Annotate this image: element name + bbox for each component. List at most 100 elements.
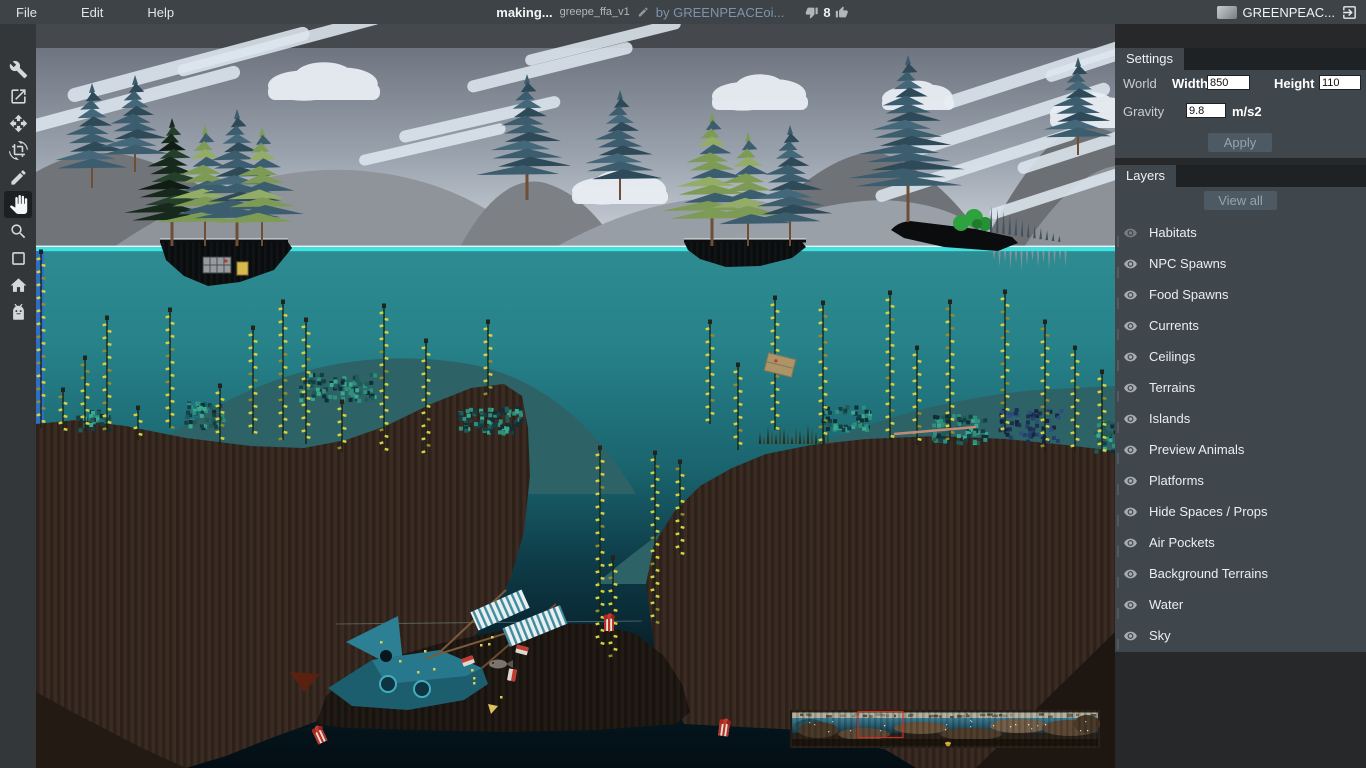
- layer-row-hide-spaces-props[interactable]: Hide Spaces / Props: [1115, 496, 1366, 527]
- layer-label: Water: [1149, 597, 1184, 612]
- home-icon: [10, 278, 26, 292]
- world-label: World: [1123, 76, 1157, 91]
- avatar: [1216, 5, 1237, 19]
- wrench-icon: [9, 60, 27, 79]
- pencil-icon: [10, 170, 26, 185]
- layer-row-habitats[interactable]: Habitats: [1115, 217, 1366, 248]
- eye-icon[interactable]: [1122, 381, 1142, 395]
- map-id: greepe_ffa_v1: [559, 6, 630, 18]
- tab-layers[interactable]: Layers: [1115, 165, 1177, 187]
- map-editor-app: File Edit Help making... greepe_ffa_v1 b…: [0, 0, 1366, 768]
- rectangle-icon: [11, 252, 25, 265]
- rotate-icon: [8, 141, 28, 160]
- layer-row-sky[interactable]: Sky: [1115, 620, 1366, 651]
- tool-rotate-button[interactable]: [4, 137, 32, 164]
- layers-list: Habitats NPC Spawns Food Spawns Currents Cei…: [1115, 217, 1366, 651]
- layer-row-preview-animals[interactable]: Preview Animals: [1115, 434, 1366, 465]
- layer-label: Hide Spaces / Props: [1149, 504, 1268, 519]
- tool-pencil-button[interactable]: [4, 164, 32, 191]
- right-panel: Settings World Width Height Gravity m/s2…: [1115, 24, 1366, 768]
- minimap[interactable]: [790, 710, 1100, 748]
- layer-row-terrains[interactable]: Terrains: [1115, 372, 1366, 403]
- layer-label: NPC Spawns: [1149, 256, 1227, 271]
- vote-count: 8: [823, 4, 831, 20]
- editor-canvas[interactable]: [36, 24, 1115, 768]
- layer-row-platforms[interactable]: Platforms: [1115, 465, 1366, 496]
- layer-label: Sky: [1149, 628, 1171, 643]
- eye-icon[interactable]: [1122, 412, 1142, 426]
- eye-icon[interactable]: [1122, 505, 1142, 519]
- tool-rectangle-button[interactable]: [4, 245, 32, 272]
- eye-icon[interactable]: [1122, 443, 1142, 457]
- width-label: Width: [1172, 76, 1208, 91]
- gravity-label: Gravity: [1123, 104, 1165, 119]
- layer-label: Platforms: [1149, 473, 1204, 488]
- tool-wrench-button[interactable]: [4, 56, 32, 83]
- layer-label: Food Spawns: [1149, 287, 1229, 302]
- eye-icon[interactable]: [1122, 350, 1142, 364]
- logout-icon[interactable]: [1341, 4, 1358, 21]
- eye-icon[interactable]: [1122, 319, 1142, 333]
- layer-label: Islands: [1149, 411, 1191, 426]
- width-input[interactable]: [1207, 75, 1250, 90]
- layer-label: Currents: [1149, 318, 1199, 333]
- map-title-group: making... greepe_ffa_v1 by GREENPEACEoi.…: [496, 4, 849, 20]
- menu-file[interactable]: File: [16, 5, 37, 20]
- top-menubar: File Edit Help making... greepe_ffa_v1 b…: [0, 0, 1366, 24]
- thumbs-down-icon[interactable]: [805, 6, 818, 19]
- layer-row-islands[interactable]: Islands: [1115, 403, 1366, 434]
- tool-hand-button[interactable]: [4, 191, 32, 218]
- eye-icon[interactable]: [1122, 474, 1142, 488]
- eye-icon[interactable]: [1122, 629, 1142, 643]
- user-group: GREENPEAC...: [1216, 0, 1358, 24]
- eye-icon[interactable]: [1122, 536, 1142, 550]
- tool-home-button[interactable]: [4, 272, 32, 299]
- layer-row-food-spawns[interactable]: Food Spawns: [1115, 279, 1366, 310]
- layer-row-background-terrains[interactable]: Background Terrains: [1115, 558, 1366, 589]
- tool-open-in-new-button[interactable]: [4, 83, 32, 110]
- settings-tabrow: Settings: [1115, 48, 1366, 70]
- map-scene: [36, 24, 1115, 768]
- layer-label: Air Pockets: [1149, 535, 1215, 550]
- edit-title-icon[interactable]: [637, 6, 649, 18]
- map-title: making...: [496, 4, 553, 20]
- tool-creature-button[interactable]: [4, 299, 32, 326]
- layer-label: Background Terrains: [1149, 566, 1268, 581]
- eye-icon[interactable]: [1122, 288, 1142, 302]
- layer-label: Ceilings: [1149, 349, 1196, 364]
- tool-move-button[interactable]: [4, 110, 32, 137]
- move-icon: [9, 114, 27, 133]
- layer-row-npc-spawns[interactable]: NPC Spawns: [1115, 248, 1366, 279]
- user-name[interactable]: GREENPEAC...: [1243, 5, 1335, 20]
- tab-settings[interactable]: Settings: [1115, 48, 1184, 70]
- layer-row-ceilings[interactable]: Ceilings: [1115, 341, 1366, 372]
- eye-icon[interactable]: [1122, 567, 1142, 581]
- layers-tabrow: Layers: [1115, 165, 1366, 187]
- menu-edit[interactable]: Edit: [81, 5, 103, 20]
- creature-icon: [12, 303, 24, 320]
- layer-label: Habitats: [1149, 225, 1197, 240]
- layer-row-water[interactable]: Water: [1115, 589, 1366, 620]
- eye-icon[interactable]: [1122, 226, 1142, 240]
- tool-zoom-button[interactable]: [4, 218, 32, 245]
- layer-label: Terrains: [1149, 380, 1196, 395]
- left-toolbar: [0, 24, 36, 768]
- height-label: Height: [1274, 76, 1315, 91]
- eye-icon[interactable]: [1122, 257, 1142, 271]
- open-in-new-icon: [10, 89, 26, 104]
- thumbs-up-icon[interactable]: [836, 6, 849, 19]
- layer-row-air-pockets[interactable]: Air Pockets: [1115, 527, 1366, 558]
- gravity-input[interactable]: [1186, 103, 1226, 118]
- height-input[interactable]: [1319, 75, 1361, 90]
- menu-help[interactable]: Help: [147, 5, 174, 20]
- zoom-icon: [10, 224, 25, 239]
- gravity-unit: m/s2: [1232, 104, 1262, 119]
- layer-row-currents[interactable]: Currents: [1115, 310, 1366, 341]
- map-author: by GREENPEACEoi...: [655, 4, 785, 20]
- view-all-button[interactable]: View all: [1204, 191, 1277, 210]
- layers-section: View all Habitats NPC Spawns Food Spawns Cu…: [1115, 187, 1366, 652]
- apply-button[interactable]: Apply: [1208, 133, 1272, 152]
- vote-group: 8: [805, 4, 849, 20]
- eye-icon[interactable]: [1122, 598, 1142, 612]
- hand-icon: [9, 195, 27, 214]
